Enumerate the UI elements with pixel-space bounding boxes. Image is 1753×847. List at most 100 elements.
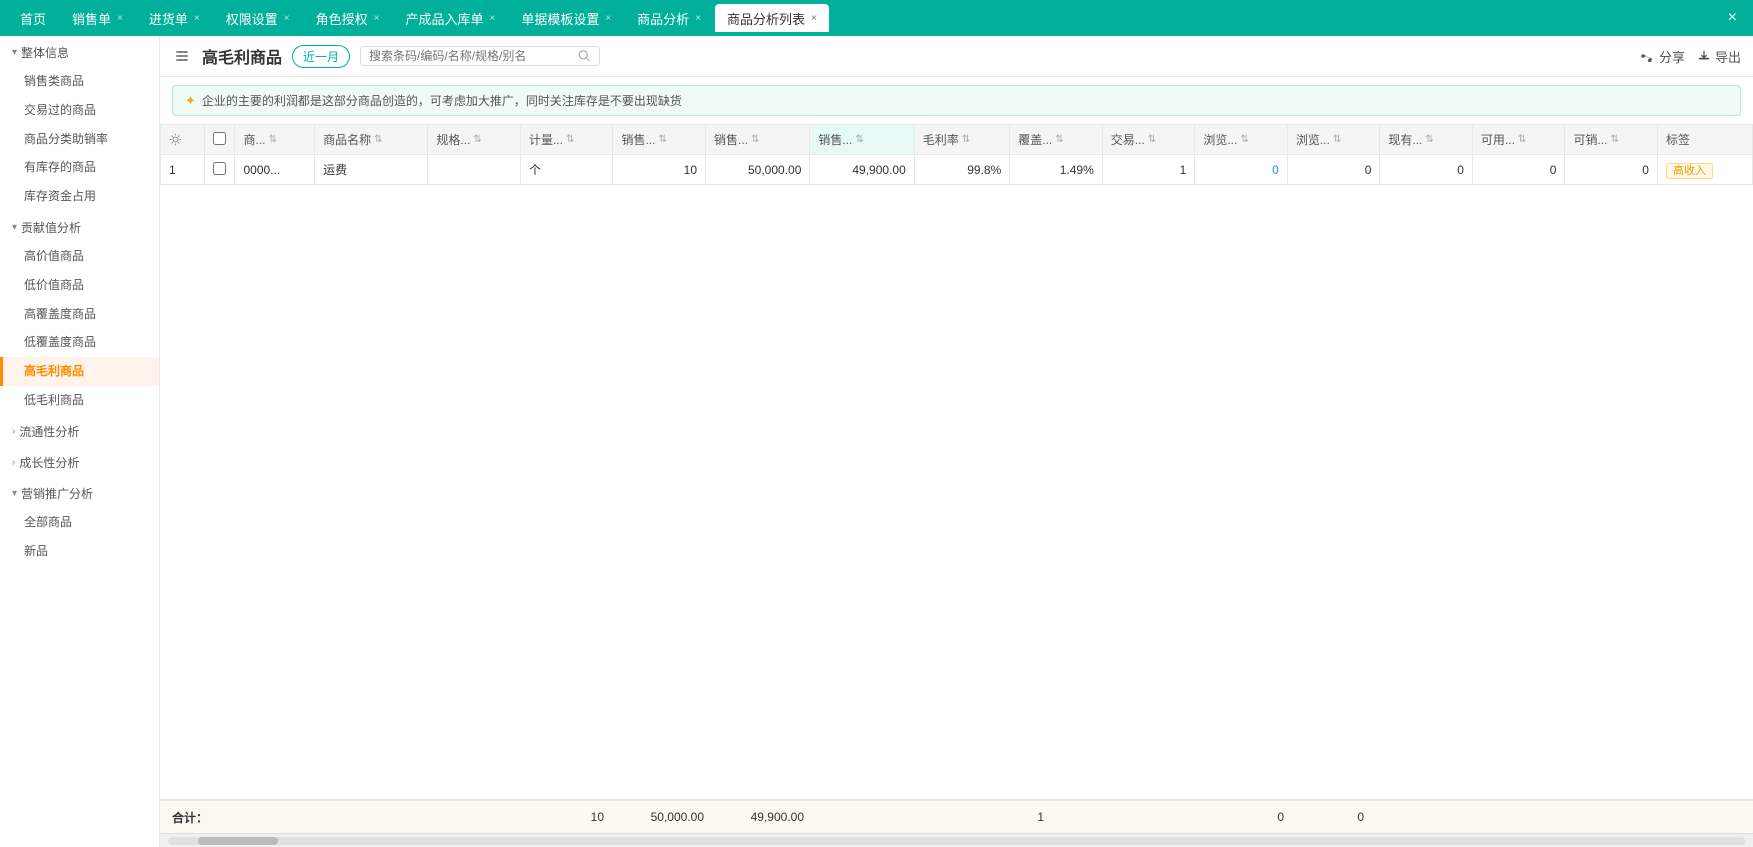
tab-purchase[interactable]: 进货单 ×: [137, 4, 212, 32]
close-icon[interactable]: ×: [194, 13, 200, 24]
sort-icon[interactable]: ⇅: [1610, 134, 1618, 145]
row-checkbox[interactable]: [213, 162, 226, 175]
scroll-track: [168, 837, 1745, 845]
sidebar-item-stock-capital[interactable]: 库存资金占用: [0, 182, 159, 211]
sort-icon[interactable]: ⇅: [374, 134, 382, 145]
close-icon[interactable]: ×: [117, 13, 123, 24]
close-icon[interactable]: ×: [284, 13, 290, 24]
tab-product-analysis[interactable]: 商品分析 ×: [625, 4, 713, 32]
sort-icon[interactable]: ⇅: [855, 134, 863, 145]
col-tag: 标签: [1657, 125, 1752, 155]
sidebar-item-traded-goods[interactable]: 交易过的商品: [0, 96, 159, 125]
sidebar-item-high-coverage[interactable]: 高覆盖度商品: [0, 300, 159, 329]
col-current: 现有... ⇅: [1380, 125, 1473, 155]
tab-sales[interactable]: 销售单 ×: [60, 4, 135, 32]
horizontal-scrollbar[interactable]: [160, 833, 1753, 847]
scroll-thumb[interactable]: [198, 837, 278, 845]
filter-period-button[interactable]: 近一月: [292, 45, 350, 68]
sidebar-item-low-coverage[interactable]: 低覆盖度商品: [0, 328, 159, 357]
sidebar-group-marketing[interactable]: ▾ 营销推广分析: [0, 477, 159, 508]
export-button[interactable]: 导出: [1697, 47, 1741, 66]
share-button[interactable]: 分享: [1641, 47, 1685, 66]
cell-unit: 个: [520, 155, 613, 185]
cell-sales-cost: 49,900.00: [810, 155, 914, 185]
sidebar-item-new-goods[interactable]: 新品: [0, 537, 159, 566]
sort-icon[interactable]: ⇅: [1055, 134, 1063, 145]
cell-trade: 1: [1102, 155, 1195, 185]
sort-icon[interactable]: ⇅: [1425, 134, 1433, 145]
view1-link[interactable]: 0: [1272, 163, 1279, 177]
col-view2: 浏览... ⇅: [1287, 125, 1380, 155]
search-icon[interactable]: [578, 49, 591, 63]
sort-icon[interactable]: ⇅: [751, 134, 759, 145]
col-saleable: 可销... ⇅: [1565, 125, 1658, 155]
close-icon[interactable]: ×: [695, 13, 701, 24]
sort-icon[interactable]: ⇅: [473, 134, 481, 145]
close-icon[interactable]: ×: [605, 13, 611, 24]
sidebar-item-high-margin[interactable]: 高毛利商品: [0, 357, 159, 386]
footer-trade: 1: [972, 810, 1052, 824]
settings-icon[interactable]: [169, 133, 182, 146]
sidebar-group-contribution[interactable]: ▾ 贡献值分析: [0, 211, 159, 242]
cell-name: 运费: [315, 155, 428, 185]
col-sales-cost: 销售... ⇅: [810, 125, 914, 155]
sidebar-collapse-button[interactable]: [172, 46, 192, 66]
sort-icon[interactable]: ⇅: [1518, 134, 1526, 145]
table-container[interactable]: 商... ⇅ 商品名称 ⇅: [160, 124, 1753, 799]
sidebar: ▾ 整体信息 销售类商品 交易过的商品 商品分类助销率 有库存的商品 库存资金占…: [0, 36, 160, 847]
col-sales-qty: 销售... ⇅: [613, 125, 706, 155]
page-title: 高毛利商品: [202, 44, 282, 68]
cell-saleable: 0: [1565, 155, 1658, 185]
sidebar-group-growth[interactable]: › 成长性分析: [0, 446, 159, 477]
tab-role[interactable]: 角色授权 ×: [304, 4, 392, 32]
close-icon[interactable]: ×: [489, 13, 495, 24]
sidebar-item-low-margin[interactable]: 低毛利商品: [0, 386, 159, 415]
tab-template[interactable]: 单据模板设置 ×: [509, 4, 623, 32]
footer-sales-qty: 10: [532, 810, 612, 824]
sort-icon[interactable]: ⇅: [1240, 134, 1248, 145]
tag-badge: 高收入: [1666, 163, 1713, 179]
col-gross-rate: 毛利率 ⇅: [914, 125, 1010, 155]
table-row: 1 0000... 运费 个 10 50,000.00 49,900.00 99: [161, 155, 1753, 185]
cell-view2: 0: [1287, 155, 1380, 185]
sort-icon[interactable]: ⇅: [1333, 134, 1341, 145]
col-coverage: 覆盖... ⇅: [1010, 125, 1103, 155]
tab-permission[interactable]: 权限设置 ×: [214, 4, 302, 32]
cell-tag: 高收入: [1657, 155, 1752, 185]
search-box: [360, 46, 600, 66]
footer-current: 0: [1212, 810, 1292, 824]
footer-label: 合计：: [172, 809, 512, 826]
cell-checkbox: [205, 155, 235, 185]
sidebar-item-sales-goods[interactable]: 销售类商品: [0, 67, 159, 96]
sidebar-group-liquidity[interactable]: › 流通性分析: [0, 415, 159, 446]
collapse-arrow-icon: ›: [12, 457, 15, 468]
cell-code: 0000...: [235, 155, 315, 185]
sidebar-item-category-rate[interactable]: 商品分类助销率: [0, 125, 159, 154]
cell-spec: [428, 155, 521, 185]
select-all-checkbox[interactable]: [213, 132, 226, 145]
sort-icon[interactable]: ⇅: [566, 134, 574, 145]
col-spec: 规格... ⇅: [428, 125, 521, 155]
close-icon[interactable]: ×: [811, 13, 817, 24]
col-name: 商品名称 ⇅: [315, 125, 428, 155]
notice-bar: ✦ 企业的主要的利润都是这部分商品创造的，可考虑加大推广，同时关注库存是不要出现…: [172, 85, 1741, 116]
sort-icon[interactable]: ⇅: [962, 134, 970, 145]
tab-product-stock[interactable]: 产成品入库单 ×: [393, 4, 507, 32]
window-close-button[interactable]: ×: [1720, 9, 1745, 27]
sort-icon[interactable]: ⇅: [658, 134, 666, 145]
sort-icon[interactable]: ⇅: [1148, 134, 1156, 145]
sidebar-item-low-value[interactable]: 低价值商品: [0, 271, 159, 300]
sidebar-item-all-goods[interactable]: 全部商品: [0, 508, 159, 537]
sort-icon[interactable]: ⇅: [269, 134, 277, 145]
search-input[interactable]: [369, 49, 574, 63]
tab-product-analysis-list[interactable]: 商品分析列表 ×: [715, 4, 829, 32]
sidebar-item-in-stock[interactable]: 有库存的商品: [0, 153, 159, 182]
footer-available: 0: [1292, 810, 1372, 824]
close-icon[interactable]: ×: [374, 13, 380, 24]
sidebar-item-high-value[interactable]: 高价值商品: [0, 242, 159, 271]
col-unit: 计量... ⇅: [520, 125, 613, 155]
cell-view1: 0: [1195, 155, 1288, 185]
sidebar-group-overall[interactable]: ▾ 整体信息: [0, 36, 159, 67]
table-footer: 合计： 10 50,000.00 49,900.00 1 0 0: [160, 799, 1753, 833]
tab-home[interactable]: 首页: [8, 4, 58, 32]
